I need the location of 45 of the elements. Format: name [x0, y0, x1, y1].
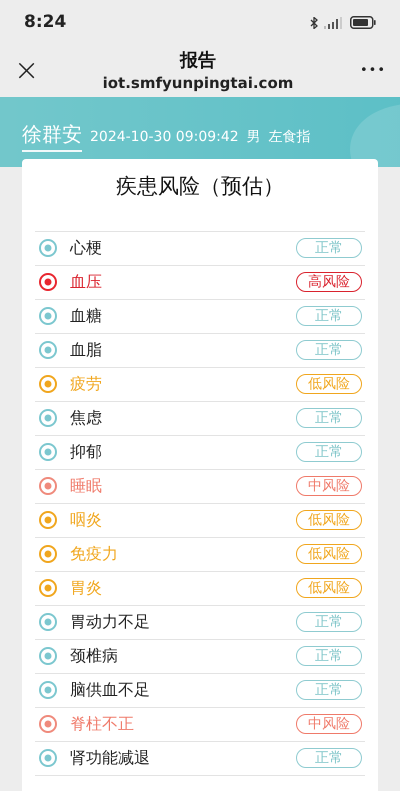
more-button[interactable]: ••• — [360, 61, 386, 81]
condition-label: 脑供血不足 — [70, 679, 151, 701]
risk-status: 低风险 — [296, 374, 362, 394]
condition-label: 胃动力不足 — [70, 611, 151, 633]
condition-label: 血糖 — [70, 305, 103, 327]
condition-label: 心梗 — [70, 237, 103, 259]
bluetooth-icon — [310, 16, 318, 28]
risk-status: 低风险 — [296, 578, 362, 598]
condition-label: 肾功能减退 — [70, 747, 151, 769]
condition-label: 血脂 — [70, 339, 103, 361]
risk-status: 中风险 — [296, 714, 362, 734]
condition-label: 焦虑 — [70, 407, 103, 429]
signal-icon — [324, 16, 344, 28]
condition-label: 咽炎 — [70, 509, 103, 531]
condition-label: 抑郁 — [70, 441, 103, 463]
condition-label: 脊柱不正 — [70, 713, 135, 735]
risk-status: 正常 — [296, 612, 362, 632]
risk-status: 低风险 — [296, 544, 362, 564]
status-time: 8:24 — [24, 10, 66, 34]
risk-status: 正常 — [296, 306, 362, 326]
finger-label: 左食指 — [268, 128, 311, 147]
risk-status: 正常 — [296, 408, 362, 428]
condition-label: 疲劳 — [70, 373, 103, 395]
condition-label: 颈椎病 — [70, 645, 119, 667]
page-url: iot.smfyunpingtai.com — [102, 73, 294, 93]
risk-status: 正常 — [296, 442, 362, 462]
close-button[interactable]: × — [14, 56, 36, 86]
risk-status: 正常 — [296, 680, 362, 700]
risk-status: 低风险 — [296, 510, 362, 530]
risk-status: 正常 — [296, 238, 362, 258]
battery-icon — [350, 16, 376, 29]
risk-status: 正常 — [296, 340, 362, 360]
risk-status: 中风险 — [296, 476, 362, 496]
patient-sex: 男 — [246, 128, 261, 147]
risk-status: 正常 — [296, 748, 362, 768]
page-title: 报告 — [180, 49, 216, 73]
risk-status: 高风险 — [296, 272, 362, 292]
card-title: 疾患风险（预估） — [115, 173, 285, 200]
condition-label: 血压 — [70, 271, 103, 293]
condition-label: 胃炎 — [70, 577, 103, 599]
report-datetime: 2024-10-30 09:09:42 — [90, 128, 239, 147]
condition-label: 免疫力 — [70, 543, 119, 565]
condition-label: 睡眠 — [70, 475, 103, 497]
risk-status: 正常 — [296, 646, 362, 666]
patient-name: 徐群安 — [22, 120, 82, 152]
